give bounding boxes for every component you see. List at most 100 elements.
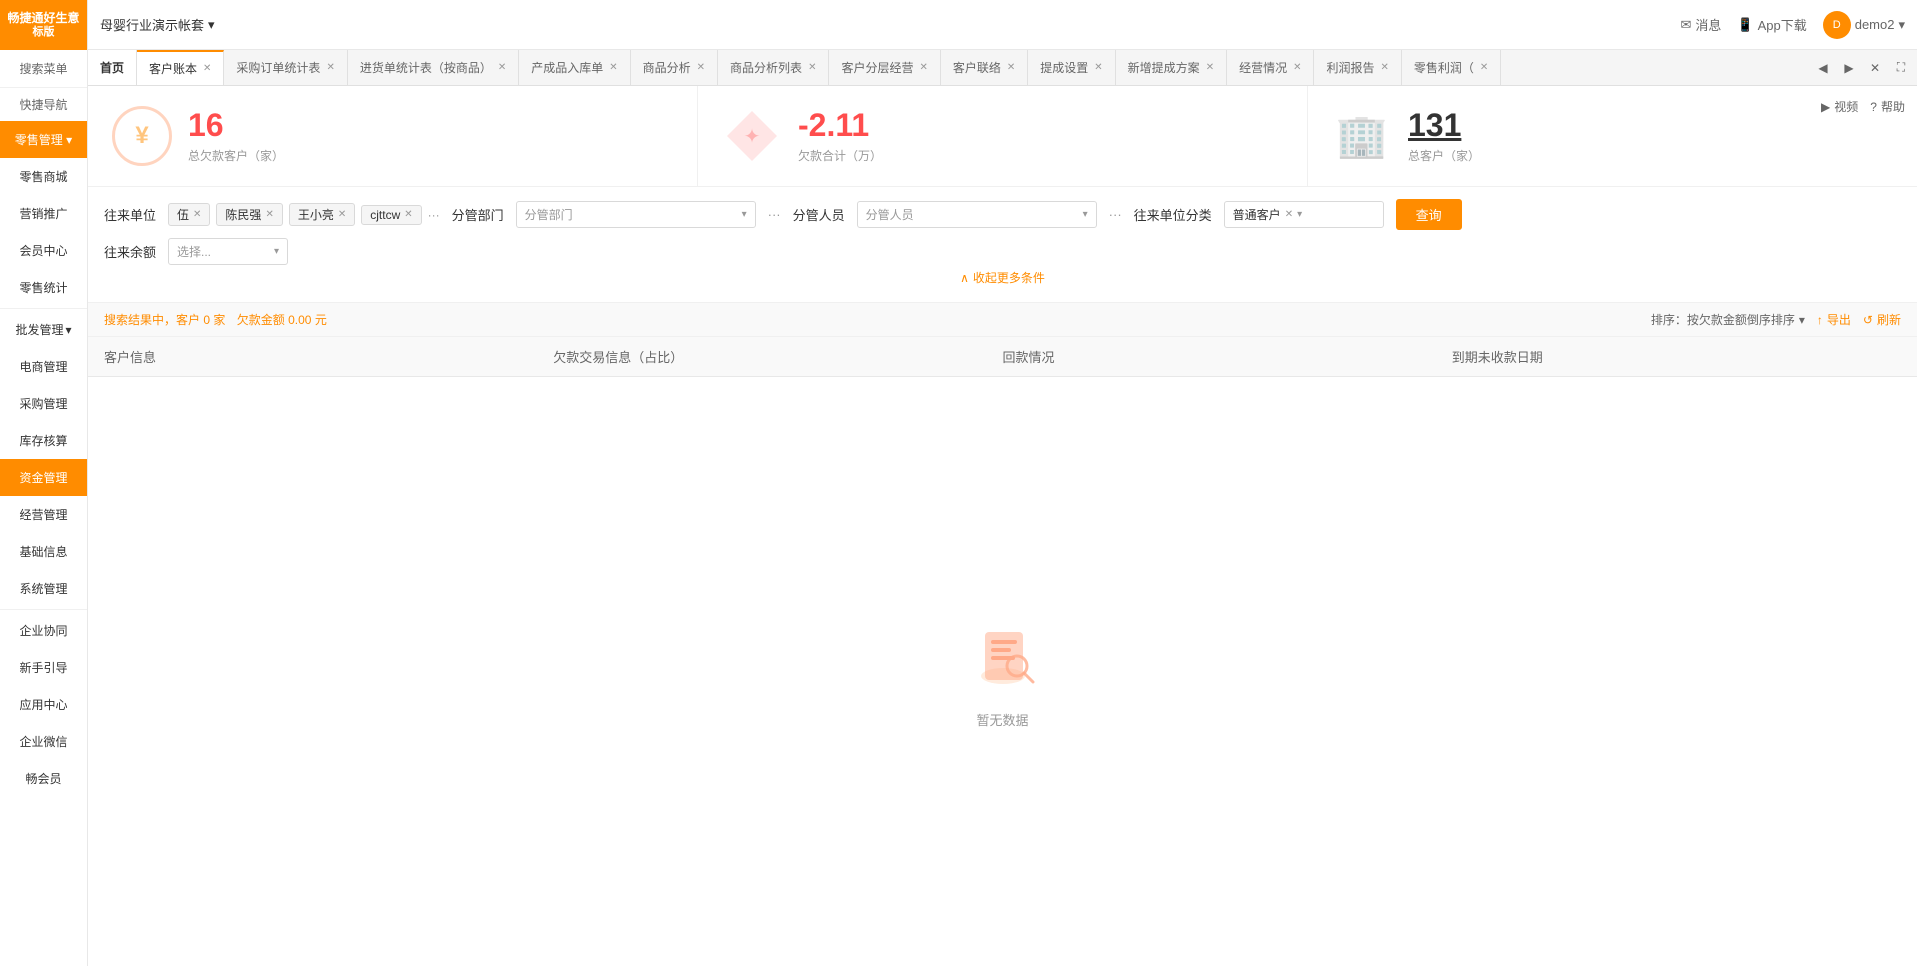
username: demo2 [1855,17,1895,32]
tab-home[interactable]: 首页 [88,50,137,86]
sidebar-quick-nav[interactable]: 快捷导航 [0,88,87,121]
sidebar-logo[interactable]: 畅捷通好生意 标版 [0,0,87,50]
tab-close-icon[interactable]: ✕ [326,62,334,73]
sidebar-item-ecommerce[interactable]: 电商管理 [0,348,87,385]
dept-placeholder: 分管部门 [525,206,738,223]
app-download-button[interactable]: 📱 App下载 [1737,15,1806,34]
filter-area: 往来单位 伍 ✕ 陈民强 ✕ 王小亮 ✕ cjttcw [88,187,1917,303]
tab-fullscreen[interactable]: ⛶ [1889,56,1913,80]
person-extra-options[interactable]: ··· [1109,207,1122,222]
sidebar-item-retail-mgmt[interactable]: 零售管理 ▾ [0,121,87,158]
tab-close-icon[interactable]: ✕ [697,62,705,73]
unit-class-close[interactable]: ✕ [1285,209,1293,220]
tab-purchase-order-stats[interactable]: 采购订单统计表 ✕ [224,50,347,86]
tab-close-icon[interactable]: ✕ [203,63,211,74]
sidebar-item-marketing[interactable]: 营销推广 [0,195,87,232]
refresh-button[interactable]: ↺ 刷新 [1863,311,1901,328]
unit-tag-cjttcw-close[interactable]: ✕ [404,209,412,220]
unit-tag-wu[interactable]: 伍 ✕ [168,203,210,226]
stat-info-3: 131 总客户（家） [1408,108,1480,164]
tab-production-inbound[interactable]: 产成品入库单 ✕ [519,50,630,86]
sidebar-item-wholesale[interactable]: 批发管理 ▾ [0,311,87,348]
tab-close-icon[interactable]: ✕ [1293,62,1301,73]
tab-scroll-left[interactable]: ◀ [1811,56,1835,80]
tab-customer-contact[interactable]: 客户联络 ✕ [941,50,1028,86]
results-actions: 排序：按欠款金额倒序排序 ▾ ↑ 导出 ↺ 刷新 [1651,311,1901,328]
tab-close-icon[interactable]: ✕ [498,62,506,73]
sidebar-item-retail-mall[interactable]: 零售商城 [0,158,87,195]
query-button[interactable]: 查询 [1396,199,1462,230]
unit-class-select[interactable]: 普通客户 ✕ ▾ [1224,201,1384,228]
unit-class-label: 往来单位分类 [1134,205,1212,224]
sidebar-item-newbie[interactable]: 新手引导 [0,649,87,686]
tab-customer-ledger[interactable]: 客户账本 ✕ [137,50,224,86]
person-filter-label: 分管人员 [793,205,845,224]
unit-class-tag[interactable]: 普通客户 ✕ [1233,206,1293,223]
more-tags-indicator[interactable]: ··· [428,208,440,222]
filter-row-2: 往来余额 选择... ▾ [104,238,1901,265]
unit-tag-chen[interactable]: 陈民强 ✕ [216,203,282,226]
export-button[interactable]: ↑ 导出 [1817,311,1851,328]
top-header: 母婴行业演示帐套 ▾ ✉ 消息 📱 App下载 D demo2 ▾ [88,0,1917,50]
sidebar-divider-1 [0,308,87,309]
tab-new-commission[interactable]: 新增提成方案 ✕ [1116,50,1227,86]
tab-profit-report[interactable]: 利润报告 ✕ [1314,50,1401,86]
sort-selector[interactable]: 排序：按欠款金额倒序排序 ▾ [1651,311,1805,328]
sidebar-item-member-center[interactable]: 会员中心 [0,232,87,269]
unit-tag-wang[interactable]: 王小亮 ✕ [289,203,355,226]
tab-close-icon[interactable]: ✕ [1094,62,1102,73]
dept-filter-label: 分管部门 [452,205,504,224]
tab-close-icon[interactable]: ✕ [1381,62,1389,73]
sidebar-item-wechat[interactable]: 企业微信 [0,723,87,760]
dept-select[interactable]: 分管部门 ▾ [516,201,756,228]
tab-commission-settings[interactable]: 提成设置 ✕ [1028,50,1115,86]
user-arrow-icon: ▾ [1898,17,1905,33]
person-placeholder: 分管人员 [866,206,1079,223]
empty-state: 暂无数据 [88,377,1917,966]
dept-extra-options[interactable]: ··· [768,207,781,222]
table-col-debt-info: 欠款交易信息（占比） [553,347,1002,366]
sidebar-item-system[interactable]: 系统管理 [0,570,87,607]
sidebar-item-retail-stats[interactable]: 零售统计 [0,269,87,306]
sidebar-item-app-center[interactable]: 应用中心 [0,686,87,723]
unit-tag-cjttcw[interactable]: cjttcw ✕ [361,205,421,225]
tab-operations[interactable]: 经营情况 ✕ [1227,50,1314,86]
tab-scroll-right[interactable]: ▶ [1837,56,1861,80]
tab-close-icon[interactable]: ✕ [1480,62,1488,73]
messages-button[interactable]: ✉ 消息 [1680,15,1721,34]
video-help-link[interactable]: ▶ 视频 [1821,98,1858,115]
tab-retail-profit[interactable]: 零售利润（ ✕ [1402,50,1501,86]
tab-close-icon[interactable]: ✕ [808,62,816,73]
tab-close-icon[interactable]: ✕ [609,62,617,73]
balance-select[interactable]: 选择... ▾ [168,238,288,265]
tenant-selector[interactable]: 母婴行业演示帐套 ▾ [100,15,215,34]
sidebar-item-inventory[interactable]: 库存核算 [0,422,87,459]
unit-tag-wang-close[interactable]: ✕ [338,209,346,220]
tab-product-analysis-list[interactable]: 商品分析列表 ✕ [718,50,829,86]
tab-goods-stats[interactable]: 进货单统计表（按商品） ✕ [348,50,519,86]
tab-close-icon[interactable]: ✕ [1007,62,1015,73]
sidebar-item-operation[interactable]: 经营管理 [0,496,87,533]
sidebar-search[interactable]: 搜索菜单 [0,50,87,88]
tab-close-icon[interactable]: ✕ [919,62,927,73]
unit-class-chevron-icon: ▾ [1297,209,1302,220]
table-col-customer-info: 客户信息 [104,347,553,366]
stat-card-total-debt: ✦ -2.11 欠款合计（万） [698,86,1308,186]
tab-customer-tier[interactable]: 客户分层经营 ✕ [829,50,940,86]
doc-help-link[interactable]: ? 帮助 [1870,98,1905,115]
sidebar-item-purchase[interactable]: 采购管理 [0,385,87,422]
collapse-filter-button[interactable]: ∧ 收起更多条件 [960,269,1045,286]
tab-close-all[interactable]: ✕ [1863,56,1887,80]
sidebar-item-collab[interactable]: 企业协同 [0,612,87,649]
unit-tag-wu-close[interactable]: ✕ [193,209,201,220]
sidebar-item-basic-info[interactable]: 基础信息 [0,533,87,570]
sort-arrow-icon: ▾ [1799,313,1805,327]
sidebar-item-member[interactable]: 畅会员 [0,760,87,797]
person-select[interactable]: 分管人员 ▾ [857,201,1097,228]
user-menu[interactable]: D demo2 ▾ [1823,11,1905,39]
tab-close-icon[interactable]: ✕ [1206,62,1214,73]
table-col-repayment: 回款情况 [1003,347,1452,366]
sidebar-item-finance[interactable]: 资金管理 [0,459,87,496]
unit-tag-chen-close[interactable]: ✕ [265,209,273,220]
tab-product-analysis[interactable]: 商品分析 ✕ [631,50,718,86]
